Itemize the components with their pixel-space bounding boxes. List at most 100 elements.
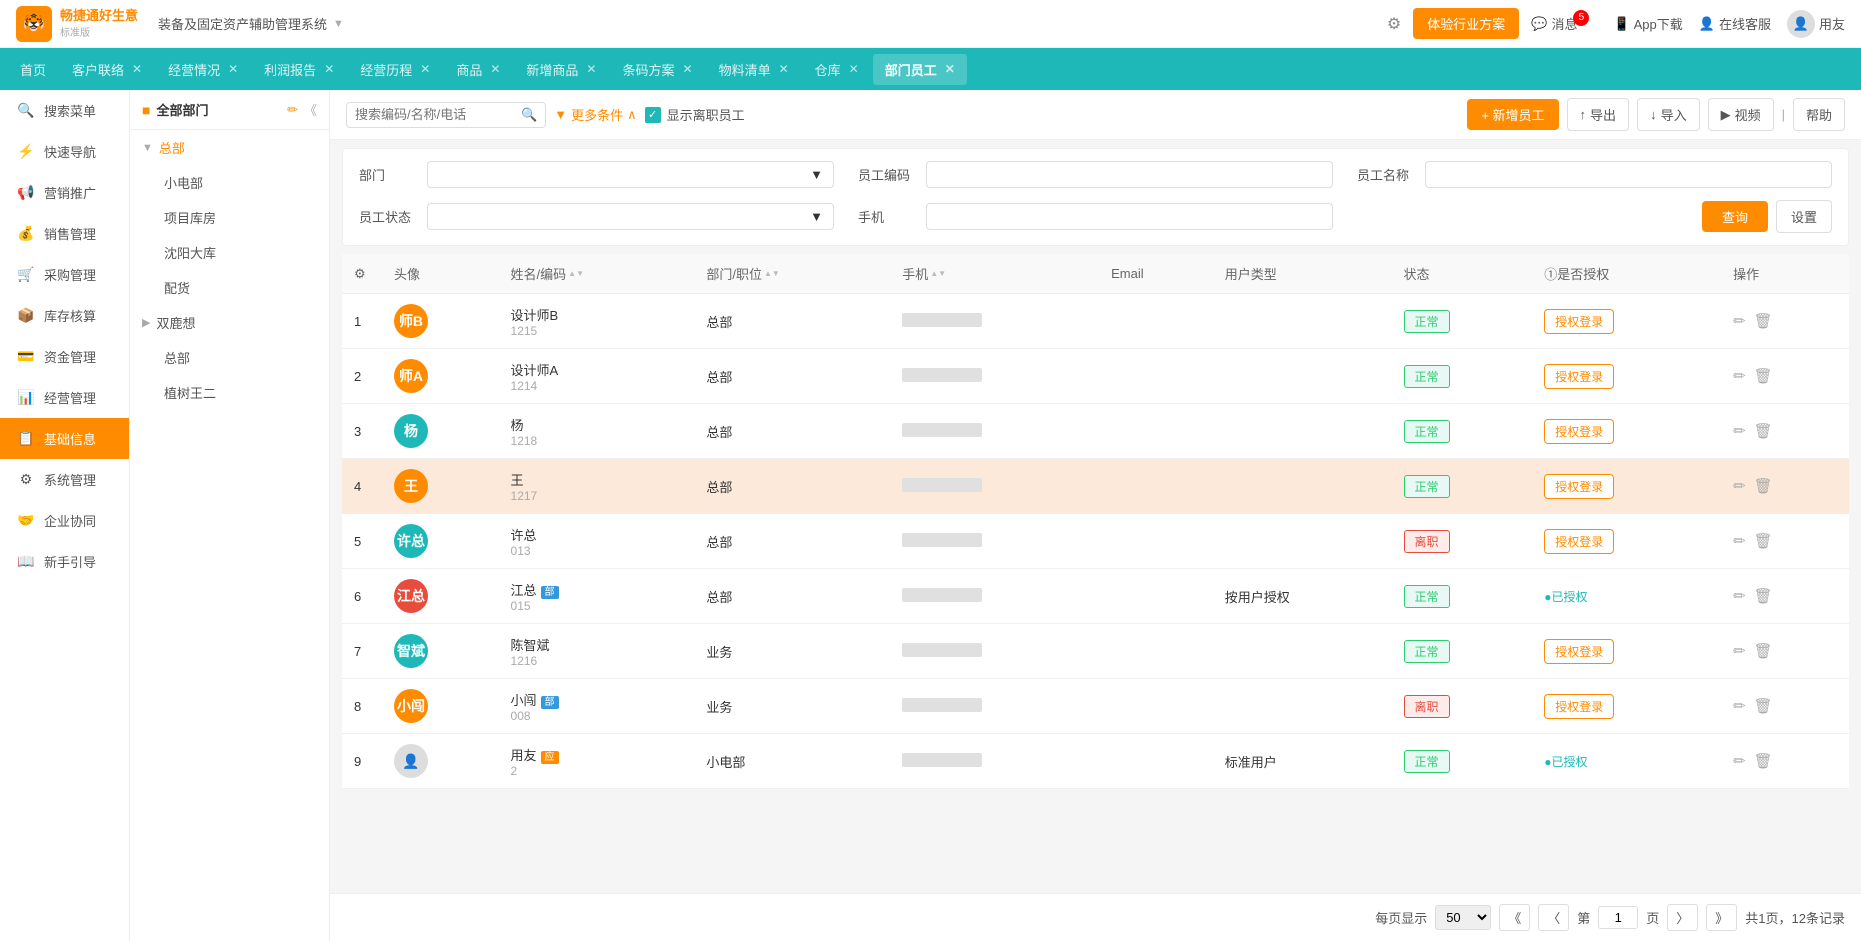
auth-button[interactable]: 授权登录 <box>1544 364 1614 389</box>
dept-select[interactable]: ▼ <box>427 161 834 188</box>
nav-finance[interactable]: 💳 资金管理 <box>0 336 129 377</box>
page-number-input[interactable] <box>1598 906 1638 929</box>
tab-profit[interactable]: 利润报告✕ <box>252 54 346 85</box>
trial-button[interactable]: 体验行业方案 <box>1413 8 1519 39</box>
query-button[interactable]: 查询 <box>1702 201 1768 232</box>
dept-item-distribution[interactable]: 配货 <box>130 270 329 305</box>
gear-icon[interactable]: ⚙ <box>1387 14 1401 34</box>
prev-page-button[interactable]: 〈 <box>1538 904 1569 931</box>
close-icon[interactable]: ✕ <box>324 62 334 76</box>
nav-search[interactable]: 🔍 搜索菜单 <box>0 90 129 131</box>
nav-sales[interactable]: 💰 销售管理 <box>0 213 129 254</box>
message-button[interactable]: 💬 消息 5 <box>1531 14 1597 33</box>
delete-icon[interactable]: 🗑 <box>1754 477 1773 495</box>
table-row[interactable]: 7智斌陈智斌1216业务正常授权登录✏🗑 <box>342 624 1849 679</box>
nav-purchase[interactable]: 🛒 采购管理 <box>0 254 129 295</box>
next-page-button[interactable]: 〉 <box>1667 904 1698 931</box>
tab-goods[interactable]: 商品✕ <box>444 54 512 85</box>
help-button[interactable]: 帮助 <box>1793 98 1845 131</box>
dept-collapse-icon[interactable]: 《 <box>304 100 317 119</box>
edit-icon[interactable]: ✏ <box>1733 477 1746 495</box>
col-name[interactable]: 姓名/编码 ▲▼ <box>499 254 695 294</box>
import-button[interactable]: ↓ 导入 <box>1637 98 1700 131</box>
sort-dept[interactable]: 部门/职位 ▲▼ <box>706 264 779 283</box>
first-page-button[interactable]: 《 <box>1499 904 1530 931</box>
dept-edit-icon[interactable]: ✏ <box>287 102 298 118</box>
tab-barcode[interactable]: 条码方案✕ <box>610 54 704 85</box>
add-employee-button[interactable]: + 新增员工 <box>1467 99 1558 130</box>
app-download-button[interactable]: 📱 App下载 <box>1613 14 1682 33</box>
show-resigned-toggle[interactable]: ✓ 显示离职员工 <box>645 105 745 124</box>
nav-guide[interactable]: 📖 新手引导 <box>0 541 129 582</box>
close-icon[interactable]: ✕ <box>945 62 955 76</box>
auth-button[interactable]: 授权登录 <box>1544 639 1614 664</box>
close-icon[interactable]: ✕ <box>420 62 430 76</box>
dept-item-small-elec[interactable]: 小电部 <box>130 165 329 200</box>
close-icon[interactable]: ✕ <box>132 62 142 76</box>
col-setting[interactable]: ⚙ <box>342 254 382 294</box>
nav-collab[interactable]: 🤝 企业协同 <box>0 500 129 541</box>
close-icon[interactable]: ✕ <box>849 62 859 76</box>
close-icon[interactable]: ✕ <box>683 62 693 76</box>
delete-icon[interactable]: 🗑 <box>1754 752 1773 770</box>
table-row[interactable]: 5许总许总013总部离职授权登录✏🗑 <box>342 514 1849 569</box>
delete-icon[interactable]: 🗑 <box>1754 367 1773 385</box>
per-page-select[interactable]: 50 100 <box>1435 905 1491 930</box>
col-phone[interactable]: 手机 ▲▼ <box>890 254 1099 294</box>
dept-item-head[interactable]: ▼ 总部 <box>130 130 329 165</box>
table-row[interactable]: 1师B设计师B1215总部正常授权登录✏🗑 <box>342 294 1849 349</box>
edit-icon[interactable]: ✏ <box>1733 532 1746 550</box>
close-icon[interactable]: ✕ <box>490 62 500 76</box>
delete-icon[interactable]: 🗑 <box>1754 587 1773 605</box>
tab-history[interactable]: 经营历程✕ <box>348 54 442 85</box>
edit-icon[interactable]: ✏ <box>1733 367 1746 385</box>
status-select[interactable]: ▼ <box>427 203 834 230</box>
dept-item-double[interactable]: ▶ 双鹿想 <box>130 305 329 340</box>
edit-icon[interactable]: ✏ <box>1733 642 1746 660</box>
nav-quick[interactable]: ⚡ 快速导航 <box>0 131 129 172</box>
close-icon[interactable]: ✕ <box>586 62 596 76</box>
edit-icon[interactable]: ✏ <box>1733 312 1746 330</box>
tab-warehouse[interactable]: 仓库✕ <box>803 54 871 85</box>
nav-inventory[interactable]: 📦 库存核算 <box>0 295 129 336</box>
tab-home[interactable]: 首页 <box>8 54 58 85</box>
phone-input[interactable] <box>926 203 1333 230</box>
delete-icon[interactable]: 🗑 <box>1754 697 1773 715</box>
user-menu[interactable]: 👤 用友 <box>1787 10 1845 38</box>
table-row[interactable]: 2师A设计师A1214总部正常授权登录✏🗑 <box>342 349 1849 404</box>
dept-item-general[interactable]: 总部 <box>130 340 329 375</box>
close-icon[interactable]: ✕ <box>228 62 238 76</box>
nav-business[interactable]: 📊 经营管理 <box>0 377 129 418</box>
auth-button[interactable]: 授权登录 <box>1544 309 1614 334</box>
dropdown-arrow-icon[interactable]: ▼ <box>333 18 344 30</box>
delete-icon[interactable]: 🗑 <box>1754 312 1773 330</box>
tab-employees[interactable]: 部门员工✕ <box>873 54 967 85</box>
view-button[interactable]: ▶ 视频 <box>1708 98 1774 131</box>
tab-operation[interactable]: 经营情况✕ <box>156 54 250 85</box>
edit-icon[interactable]: ✏ <box>1733 587 1746 605</box>
code-input[interactable] <box>926 161 1333 188</box>
tab-customer[interactable]: 客户联络✕ <box>60 54 154 85</box>
table-row[interactable]: 4王王1217总部正常授权登录✏🗑 <box>342 459 1849 514</box>
nav-marketing[interactable]: 📢 营销推广 <box>0 172 129 213</box>
auth-button[interactable]: 授权登录 <box>1544 419 1614 444</box>
dept-item-plant[interactable]: 植树王二 <box>130 375 329 410</box>
set-button[interactable]: 设置 <box>1776 200 1832 233</box>
name-input[interactable] <box>1425 161 1832 188</box>
edit-icon[interactable]: ✏ <box>1733 752 1746 770</box>
table-row[interactable]: 8小闯小闯部008业务离职授权登录✏🗑 <box>342 679 1849 734</box>
sort-name[interactable]: 姓名/编码 ▲▼ <box>511 264 584 283</box>
table-row[interactable]: 3杨杨1218总部正常授权登录✏🗑 <box>342 404 1849 459</box>
tab-new-goods[interactable]: 新增商品✕ <box>514 54 608 85</box>
nav-basic[interactable]: 📋 基础信息 <box>0 418 129 459</box>
col-dept[interactable]: 部门/职位 ▲▼ <box>694 254 890 294</box>
search-input[interactable] <box>355 107 515 122</box>
table-row[interactable]: 9👤用友应2小电部标准用户正常●已授权✏🗑 <box>342 734 1849 789</box>
dept-item-shenyang[interactable]: 沈阳大库 <box>130 235 329 270</box>
auth-button[interactable]: 授权登录 <box>1544 474 1614 499</box>
nav-system[interactable]: ⚙ 系统管理 <box>0 459 129 500</box>
more-filter-button[interactable]: ▼ 更多条件 ∧ <box>554 105 636 124</box>
table-row[interactable]: 6江总江总部015总部按用户授权正常●已授权✏🗑 <box>342 569 1849 624</box>
sort-phone[interactable]: 手机 ▲▼ <box>902 264 946 283</box>
delete-icon[interactable]: 🗑 <box>1754 422 1773 440</box>
